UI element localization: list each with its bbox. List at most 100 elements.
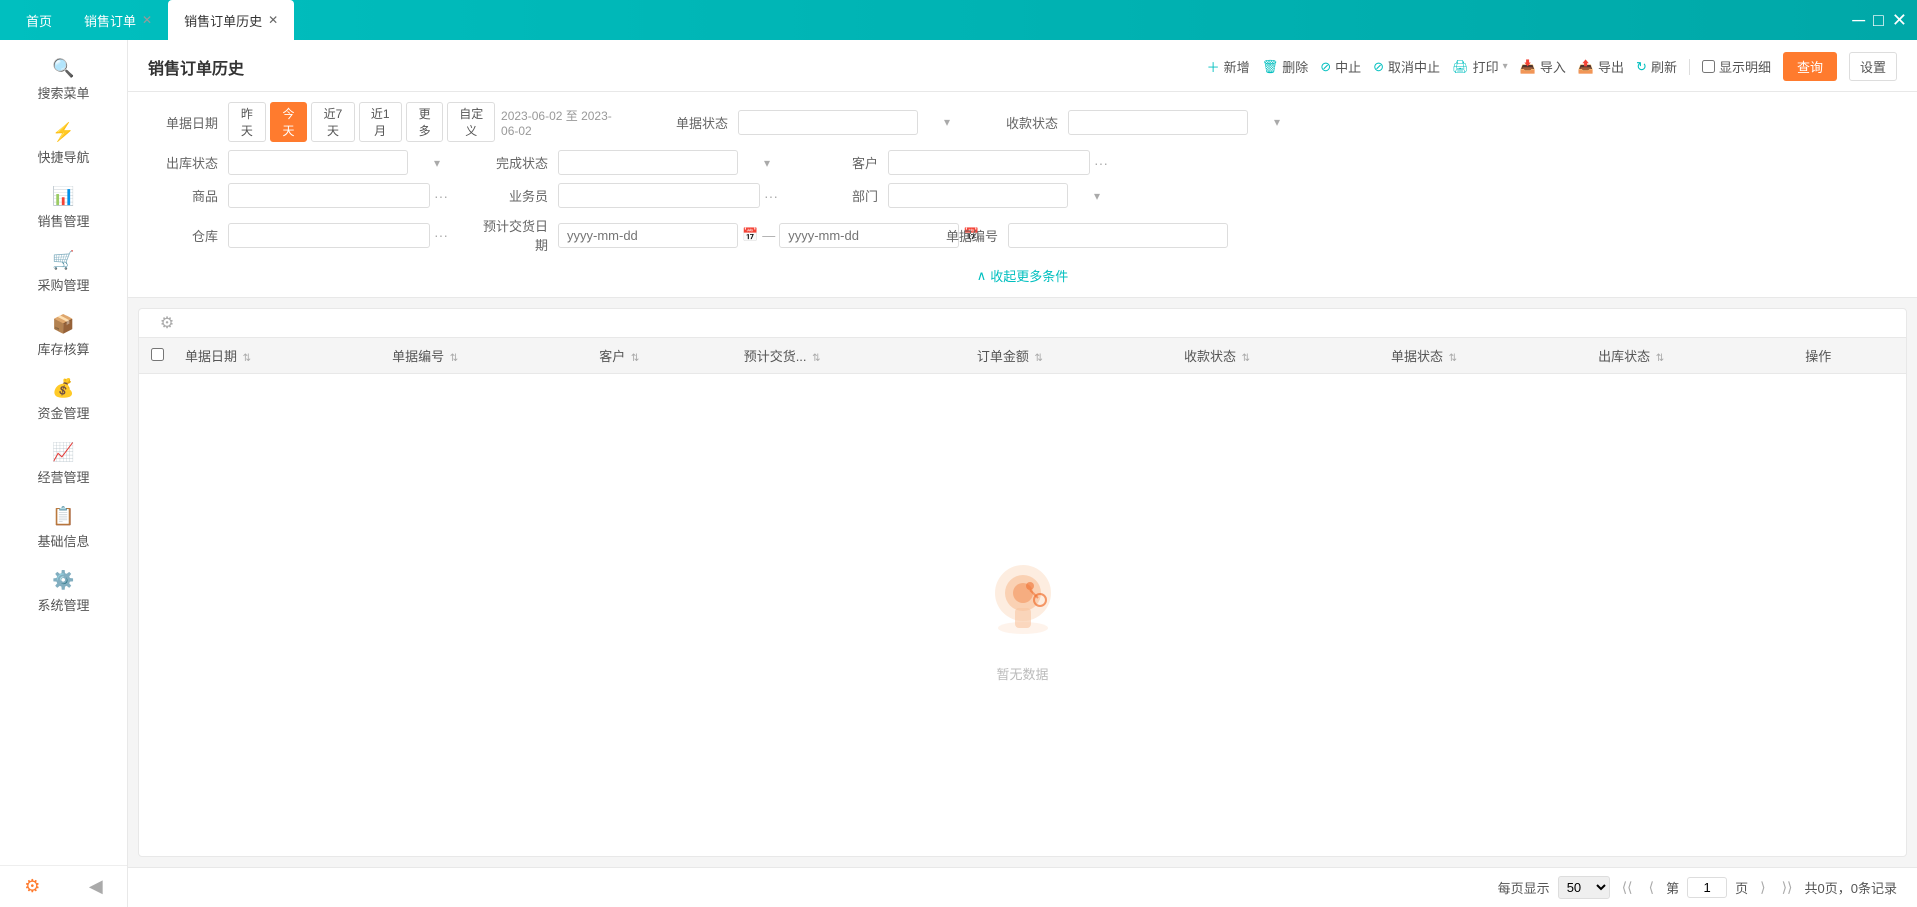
operations-icon: 📈 xyxy=(52,442,74,463)
out-status-select[interactable]: 未出库 部分出库 已出库 xyxy=(228,150,408,175)
th-out-status-sort[interactable]: ⇅ xyxy=(1656,353,1664,364)
print-button[interactable]: 🖨 打印 ▾ xyxy=(1452,57,1508,76)
th-pay-status: 收款状态 ⇅ xyxy=(1174,338,1381,374)
inventory-icon: 📦 xyxy=(52,314,74,335)
product-more-icon[interactable]: ··· xyxy=(434,188,448,204)
salesman-more-icon[interactable]: ··· xyxy=(764,188,778,204)
customer-more-icon[interactable]: ··· xyxy=(1094,155,1108,171)
page-size-label: 每页显示 xyxy=(1498,878,1550,897)
warehouse-control: ··· xyxy=(228,223,448,248)
calendar-from-icon[interactable]: 📅 xyxy=(742,227,758,243)
stop-button[interactable]: ⊘ 中止 xyxy=(1320,57,1361,76)
tab-sales-order-history[interactable]: 销售订单历史 ✕ xyxy=(168,0,294,40)
display-toggle-checkbox[interactable] xyxy=(1702,60,1715,73)
query-button[interactable]: 查询 xyxy=(1783,52,1837,81)
table-toolbar: ⚙ xyxy=(139,309,1906,338)
import-icon: 📥 xyxy=(1520,59,1536,75)
next-btn[interactable]: ⟩ xyxy=(1756,877,1769,898)
filter-row-4: 仓库 ··· 预计交货日期 📅 — 📅 单据编号 xyxy=(148,216,1897,254)
date-filter-control: 昨天 今天 近7天 近1月 更多 自定义 2023-06-02 至 2023-0… xyxy=(228,102,628,142)
sidebar-item-operations[interactable]: 📈 经营管理 xyxy=(0,432,127,496)
finance-icon: 💰 xyxy=(52,378,74,399)
warehouse-more-icon[interactable]: ··· xyxy=(434,227,448,243)
minimize-icon[interactable]: ─ xyxy=(1852,10,1865,31)
th-pay-status-sort[interactable]: ⇅ xyxy=(1242,353,1250,364)
import-label: 导入 xyxy=(1540,57,1566,76)
tab-home[interactable]: 首页 xyxy=(10,0,68,40)
last7-btn[interactable]: 近7天 xyxy=(311,102,354,142)
search-menu-icon: 🔍 xyxy=(52,58,74,79)
sidebar-item-sales-mgmt[interactable]: 📊 销售管理 xyxy=(0,176,127,240)
tab-sales-order-close[interactable]: ✕ xyxy=(142,13,152,27)
add-button[interactable]: ＋ 新增 xyxy=(1207,57,1250,76)
sidebar-item-basic-info[interactable]: 📋 基础信息 xyxy=(0,496,127,560)
page-size-select[interactable]: 50 10 20 100 xyxy=(1558,876,1610,899)
window-actions: ─ □ ✕ xyxy=(1852,10,1907,31)
th-pay-status-label: 收款状态 xyxy=(1184,349,1236,364)
pay-status-select[interactable]: 未收款 部分收款 已收款 xyxy=(1068,110,1248,135)
page-number-input[interactable] xyxy=(1687,877,1727,898)
page-title: 销售订单历史 xyxy=(148,55,244,79)
prev-btn[interactable]: ⟨ xyxy=(1645,877,1658,898)
customer-input[interactable] xyxy=(888,150,1090,175)
more-btn[interactable]: 更多 xyxy=(406,102,444,142)
purchase-mgmt-icon: 🛒 xyxy=(52,250,74,271)
collapse-button[interactable]: ∧ 收起更多条件 xyxy=(148,262,1897,287)
sidebar-item-operations-label: 经营管理 xyxy=(37,467,89,486)
product-input[interactable] xyxy=(228,183,430,208)
customer-control: ··· xyxy=(888,150,1108,175)
display-toggle[interactable]: 显示明细 xyxy=(1702,57,1771,76)
sidebar-item-search-menu[interactable]: 🔍 搜索菜单 xyxy=(0,48,127,112)
th-actions-label: 操作 xyxy=(1805,349,1831,364)
salesman-input[interactable] xyxy=(558,183,760,208)
sidebar-item-finance[interactable]: 💰 资金管理 xyxy=(0,368,127,432)
th-bill-status-label: 单据状态 xyxy=(1391,349,1443,364)
th-delivery-sort[interactable]: ⇅ xyxy=(812,353,820,364)
refresh-button[interactable]: ↻ 刷新 xyxy=(1636,57,1677,76)
yesterday-btn[interactable]: 昨天 xyxy=(228,102,266,142)
th-no-sort[interactable]: ⇅ xyxy=(450,353,458,364)
th-actions: 操作 xyxy=(1795,338,1906,374)
custom-btn[interactable]: 自定义 xyxy=(447,102,495,142)
dept-select[interactable] xyxy=(888,183,1068,208)
sidebar-item-purchase-mgmt[interactable]: 🛒 采购管理 xyxy=(0,240,127,304)
th-date-sort[interactable]: ⇅ xyxy=(243,353,251,364)
complete-status-label: 完成状态 xyxy=(478,153,558,172)
date-filter-label: 单据日期 xyxy=(148,113,228,132)
settings-button[interactable]: 设置 xyxy=(1849,52,1897,81)
bill-no-input[interactable] xyxy=(1008,223,1228,248)
bill-status-wrapper: 草稿 审核中 已审核 已完成 xyxy=(738,110,958,135)
out-status-wrapper: 未出库 部分出库 已出库 xyxy=(228,150,448,175)
th-customer-sort[interactable]: ⇅ xyxy=(631,353,639,364)
complete-status-select[interactable]: 未完成 已完成 xyxy=(558,150,738,175)
date-separator: — xyxy=(762,228,775,243)
import-button[interactable]: 📥 导入 xyxy=(1520,57,1566,76)
empty-state: 暂无数据 xyxy=(139,374,1906,856)
settings-bottom-icon[interactable]: ⚙ xyxy=(24,876,40,897)
close-icon[interactable]: ✕ xyxy=(1892,10,1907,31)
select-all-checkbox[interactable] xyxy=(151,348,164,361)
cancel-stop-button[interactable]: ⊘ 取消中止 xyxy=(1373,57,1440,76)
sidebar-item-quick-nav[interactable]: ⚡ 快捷导航 xyxy=(0,112,127,176)
delivery-date-from[interactable] xyxy=(558,223,738,248)
sidebar-item-system-mgmt[interactable]: ⚙️ 系统管理 xyxy=(0,560,127,624)
collapse-sidebar-icon[interactable]: ◀ xyxy=(89,876,103,897)
content-area: 销售订单历史 ＋ 新增 🗑 删除 ⊘ 中止 ⊘ xyxy=(128,40,1917,907)
tab-sales-order-history-close[interactable]: ✕ xyxy=(268,13,278,27)
tab-sales-order[interactable]: 销售订单 ✕ xyxy=(68,0,168,40)
maximize-icon[interactable]: □ xyxy=(1873,10,1884,31)
delete-button[interactable]: 🗑 删除 xyxy=(1262,57,1309,76)
print-label: 打印 xyxy=(1473,57,1499,76)
sidebar-item-inventory[interactable]: 📦 库存核算 xyxy=(0,304,127,368)
last1m-btn[interactable]: 近1月 xyxy=(359,102,402,142)
prev-prev-btn[interactable]: ⟨⟨ xyxy=(1618,877,1637,898)
table-settings-icon[interactable]: ⚙ xyxy=(149,313,185,333)
export-button[interactable]: 📤 导出 xyxy=(1578,57,1624,76)
th-bill-status-sort[interactable]: ⇅ xyxy=(1449,353,1457,364)
bill-status-select[interactable]: 草稿 审核中 已审核 已完成 xyxy=(738,110,918,135)
today-btn[interactable]: 今天 xyxy=(270,102,308,142)
next-next-btn[interactable]: ⟩⟩ xyxy=(1778,877,1797,898)
warehouse-input[interactable] xyxy=(228,223,430,248)
total-text: 共0页，0条记录 xyxy=(1805,878,1897,897)
th-amount-sort[interactable]: ⇅ xyxy=(1034,353,1042,364)
